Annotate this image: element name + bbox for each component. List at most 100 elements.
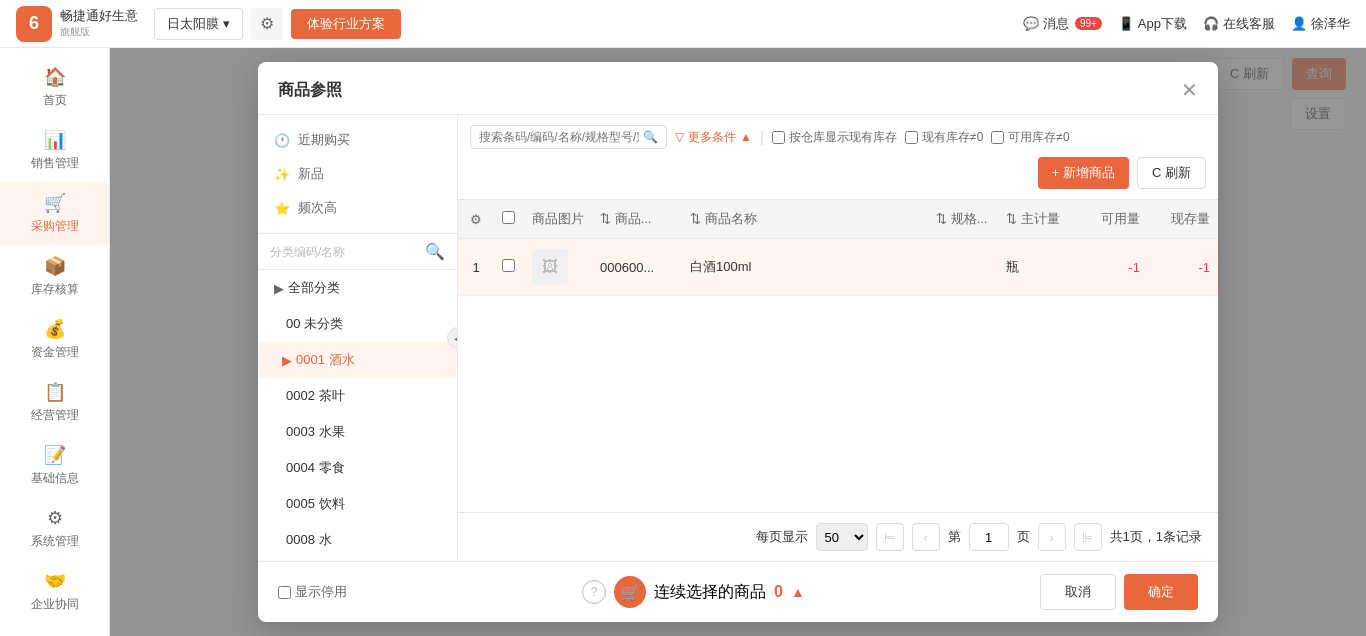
th-checkbox (494, 200, 524, 239)
product-search-input[interactable] (479, 130, 639, 144)
table-header-row: ⚙ 商品图片 (458, 200, 1218, 239)
category-search-input[interactable] (270, 245, 421, 259)
finance-icon: 💰 (44, 318, 66, 340)
select-all-checkbox[interactable] (502, 211, 515, 224)
sort-icon: ⇅ (690, 211, 701, 226)
sidebar-item-enterprise[interactable]: 🤝 企业协同 (0, 560, 109, 623)
sidebar-item-system[interactable]: ⚙ 系统管理 (0, 497, 109, 560)
category-appliance[interactable]: 0010 家电 (258, 558, 457, 561)
sidebar-item-label: 库存核算 (31, 281, 79, 298)
sidebar-item-basic-info[interactable]: 📝 基础信息 (0, 434, 109, 497)
collapse-arrow-icon[interactable]: ▲ (791, 584, 805, 600)
product-data-table: ⚙ 商品图片 (458, 200, 1218, 296)
modal-body: 🕐 近期购买 ✨ 新品 ⭐ 频次高 (258, 115, 1218, 561)
page-number-input[interactable] (969, 523, 1009, 551)
category-beverage[interactable]: 0005 饮料 (258, 486, 457, 522)
help-icon[interactable]: ? (582, 580, 606, 604)
category-all[interactable]: ▶ 全部分类 (258, 270, 457, 306)
last-page-btn[interactable]: ⊫ (1074, 523, 1102, 551)
category-panel: 🕐 近期购买 ✨ 新品 ⭐ 频次高 (258, 115, 458, 561)
checkbox-available-ne0-label[interactable]: 现有库存≠0 (905, 129, 983, 146)
gear-icon[interactable]: ⚙ (251, 8, 283, 40)
tab-recent-purchase[interactable]: 🕐 近期购买 (258, 123, 457, 157)
show-disabled-label[interactable]: 显示停用 (278, 583, 347, 601)
system-icon: ⚙ (47, 507, 63, 529)
sidebar-item-purchase[interactable]: 🛒 采购管理 (0, 182, 109, 245)
sidebar-item-sales[interactable]: 📊 销售管理 (0, 119, 109, 182)
row-checkbox[interactable] (502, 259, 515, 272)
cart-icon-btn[interactable]: 🛒 (614, 576, 646, 608)
sidebar-item-label: 首页 (43, 92, 67, 109)
th-spec[interactable]: ⇅ 规格... (928, 200, 998, 239)
row-index: 1 (458, 239, 494, 296)
user-name: 徐泽华 (1311, 15, 1350, 33)
modal-overlay: 商品参照 ✕ 🕐 近期购买 ✨ (110, 48, 1366, 636)
checkbox-usable-text: 可用库存≠0 (1008, 129, 1069, 146)
page-size-select[interactable]: 20 50 100 (816, 523, 868, 551)
row-code: 000600... (592, 239, 682, 296)
checkbox-usable-ne0[interactable] (991, 131, 1004, 144)
sidebar-item-label: 企业协同 (31, 596, 79, 613)
search-icon: 🔍 (643, 130, 658, 144)
checkbox-warehouse-text: 按仓库显示现有库存 (789, 129, 897, 146)
footer-btns: 取消 确定 (1040, 574, 1198, 610)
message-icon: 💬 (1023, 16, 1039, 31)
category-tea[interactable]: 0002 茶叶 (258, 378, 457, 414)
category-liquor[interactable]: ▶ 0001 酒水 (258, 342, 457, 378)
sidebar-item-operations[interactable]: 📋 经营管理 (0, 371, 109, 434)
logo-text: 畅捷通好生意 (60, 8, 138, 25)
row-stock: -1 (1148, 239, 1218, 296)
app-download-btn[interactable]: 📱 App下载 (1118, 15, 1187, 33)
category-uncategorized[interactable]: 00 未分类 (258, 306, 457, 342)
checkbox-available-ne0[interactable] (905, 131, 918, 144)
sort-icon: ⇅ (600, 211, 611, 226)
sidebar-item-guide[interactable]: 📖 新手引导 (0, 623, 109, 636)
checkbox-usable-ne0-label[interactable]: 可用库存≠0 (991, 129, 1069, 146)
filter-btn[interactable]: ▽ 更多条件 ▲ (675, 129, 752, 146)
main-layout: 🏠 首页 📊 销售管理 🛒 采购管理 📦 库存核算 💰 资金管理 📋 经营管理 … (0, 48, 1366, 636)
prev-page-btn[interactable]: ‹ (912, 523, 940, 551)
confirm-button[interactable]: 确定 (1124, 574, 1198, 610)
sidebar-item-inventory[interactable]: 📦 库存核算 (0, 245, 109, 308)
category-water[interactable]: 0008 水 (258, 522, 457, 558)
checkbox-available-text: 现有库存≠0 (922, 129, 983, 146)
phone-icon: 📱 (1118, 16, 1134, 31)
footer-center: ? 🛒 连续选择的商品 0 ▲ (582, 576, 805, 608)
row-image: 🖼 (524, 239, 592, 296)
th-gear[interactable]: ⚙ (458, 200, 494, 239)
checkbox-warehouse[interactable] (772, 131, 785, 144)
next-page-btn[interactable]: › (1038, 523, 1066, 551)
online-service-btn[interactable]: 🎧 在线客服 (1203, 15, 1275, 33)
nav-dropdown[interactable]: 日太阳膜 ▾ (154, 8, 243, 40)
sort-icon: ⇅ (936, 211, 947, 226)
active-arrow: ▶ (282, 353, 292, 368)
close-icon[interactable]: ✕ (1181, 78, 1198, 102)
show-disabled-checkbox[interactable] (278, 586, 291, 599)
message-btn[interactable]: 💬 消息 99+ (1023, 15, 1102, 33)
cancel-button[interactable]: 取消 (1040, 574, 1116, 610)
table-row[interactable]: 1 🖼 (458, 239, 1218, 296)
modal-title: 商品参照 (278, 80, 342, 101)
page-label-end: 页 (1017, 528, 1030, 546)
category-fruit[interactable]: 0003 水果 (258, 414, 457, 450)
trial-button[interactable]: 体验行业方案 (291, 9, 401, 39)
refresh-btn[interactable]: C 刷新 (1137, 157, 1206, 189)
tab-new-products[interactable]: ✨ 新品 (258, 157, 457, 191)
category-snack[interactable]: 0004 零食 (258, 450, 457, 486)
add-product-btn[interactable]: + 新增商品 (1038, 157, 1129, 189)
th-unit[interactable]: ⇅ 主计量 (998, 200, 1068, 239)
first-page-btn[interactable]: ⊨ (876, 523, 904, 551)
th-code[interactable]: ⇅ 商品... (592, 200, 682, 239)
top-nav: 6 畅捷通好生意 旗舰版 日太阳膜 ▾ ⚙ 体验行业方案 💬 消息 99+ 📱 … (0, 0, 1366, 48)
category-label: 0002 茶叶 (286, 387, 345, 405)
user-menu-btn[interactable]: 👤 徐泽华 (1291, 15, 1350, 33)
tab-high-frequency[interactable]: ⭐ 频次高 (258, 191, 457, 225)
modal-header: 商品参照 ✕ (258, 62, 1218, 115)
category-label: 0001 酒水 (296, 351, 355, 369)
sidebar-item-home[interactable]: 🏠 首页 (0, 56, 109, 119)
checkbox-warehouse-label[interactable]: 按仓库显示现有库存 (772, 129, 897, 146)
sidebar-item-finance[interactable]: 💰 资金管理 (0, 308, 109, 371)
logo-icon: 6 (16, 6, 52, 42)
th-name[interactable]: ⇅ 商品名称 (682, 200, 928, 239)
logo: 6 畅捷通好生意 旗舰版 (16, 6, 138, 42)
